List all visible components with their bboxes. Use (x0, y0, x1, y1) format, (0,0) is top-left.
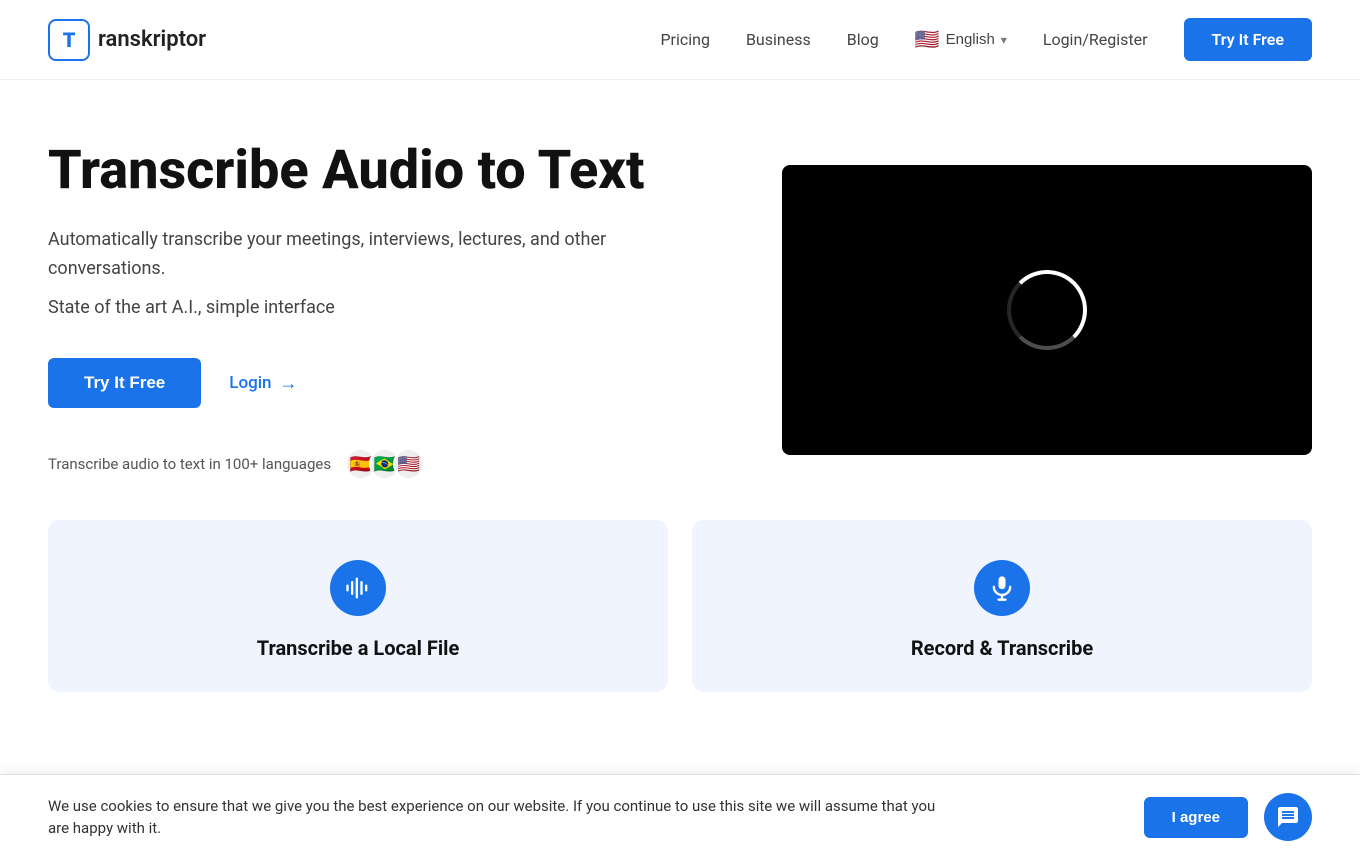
hero-title: Transcribe Audio to Text (48, 140, 648, 202)
microphone-icon-circle (974, 560, 1030, 616)
cookie-banner: We use cookies to ensure that we give yo… (0, 774, 1360, 859)
waveform-icon (344, 574, 372, 602)
hero-section: Transcribe Audio to Text Automatically t… (0, 80, 1360, 520)
hero-subtitle2: State of the art A.I., simple interface (48, 294, 648, 323)
nav-blog[interactable]: Blog (847, 30, 879, 49)
nav-links: Pricing Business Blog 🇺🇸 English ▾ Login… (660, 18, 1312, 61)
navbar: T ranskriptor Pricing Business Blog 🇺🇸 E… (0, 0, 1360, 80)
logo-text: ranskriptor (98, 27, 206, 52)
chat-icon (1276, 805, 1300, 829)
arrow-right-icon: → (280, 373, 298, 394)
logo-icon: T (48, 19, 90, 61)
logo-link[interactable]: T ranskriptor (48, 19, 206, 61)
hero-try-free-button[interactable]: Try It Free (48, 358, 201, 408)
language-label: English (946, 31, 995, 48)
hero-content: Transcribe Audio to Text Automatically t… (48, 140, 648, 480)
feature-title-record: Record & Transcribe (911, 636, 1093, 660)
cookie-text: We use cookies to ensure that we give yo… (48, 795, 948, 840)
feature-card-record[interactable]: Record & Transcribe (692, 520, 1312, 692)
cookie-agree-button[interactable]: I agree (1144, 797, 1248, 838)
waveform-icon-circle (330, 560, 386, 616)
chat-support-button[interactable] (1264, 793, 1312, 841)
feature-section: Transcribe a Local File Record & Transcr… (0, 520, 1360, 732)
loading-spinner (1007, 270, 1087, 350)
login-label: Login (229, 373, 271, 393)
hero-subtitle: Automatically transcribe your meetings, … (48, 226, 648, 284)
flag-icon: 🇺🇸 (915, 27, 940, 52)
hero-actions: Try It Free Login → (48, 358, 648, 408)
nav-login-register[interactable]: Login/Register (1043, 30, 1148, 49)
language-selector[interactable]: 🇺🇸 English ▾ (915, 27, 1007, 52)
flag-usa: 🇺🇸 (393, 448, 425, 480)
languages-row: Transcribe audio to text in 100+ languag… (48, 448, 648, 480)
nav-business[interactable]: Business (746, 30, 811, 49)
hero-video[interactable] (782, 165, 1312, 455)
microphone-icon (988, 574, 1016, 602)
hero-login-link[interactable]: Login → (229, 373, 297, 394)
nav-try-free-button[interactable]: Try It Free (1184, 18, 1313, 61)
cookie-actions: I agree (1144, 793, 1312, 841)
flag-icons: 🇪🇸 🇧🇷 🇺🇸 (345, 448, 425, 480)
chevron-down-icon: ▾ (1001, 33, 1007, 47)
languages-text: Transcribe audio to text in 100+ languag… (48, 455, 331, 473)
feature-card-local-file[interactable]: Transcribe a Local File (48, 520, 668, 692)
nav-pricing[interactable]: Pricing (660, 30, 710, 49)
feature-title-local-file: Transcribe a Local File (257, 636, 460, 660)
